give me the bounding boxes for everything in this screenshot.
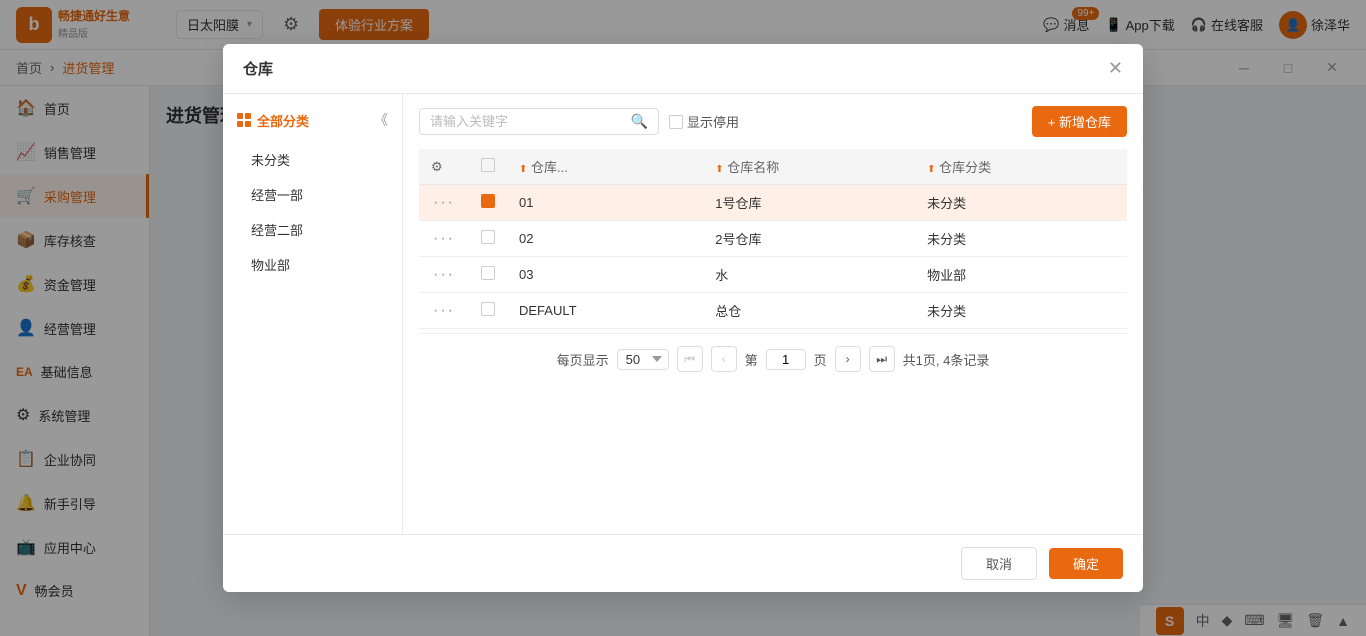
last-page-button[interactable]: ⏭ (869, 346, 895, 372)
sort-icon-code: ⬆ (519, 164, 527, 175)
page-label: 页 (814, 350, 827, 369)
col-name-header[interactable]: ⬆ 仓库名称 (703, 149, 915, 185)
col-code-header[interactable]: ⬆ 仓库... (507, 149, 703, 185)
row-code-cell: 02 (507, 221, 703, 257)
per-page-select[interactable]: 50 20 100 (617, 349, 669, 370)
grid-icon (237, 113, 251, 127)
confirm-button[interactable]: 确定 (1049, 548, 1123, 579)
category-item-property[interactable]: 物业部 (223, 247, 402, 282)
category-panel-header: 全部分类 《 (223, 102, 402, 138)
new-warehouse-button[interactable]: + 新增仓库 (1032, 106, 1127, 137)
row-checkbox[interactable] (481, 230, 495, 244)
row-actions-icon[interactable]: ··· (433, 302, 455, 319)
select-all-checkbox[interactable] (481, 158, 495, 172)
row-check-cell (469, 221, 507, 257)
show-disabled-label: 显示停用 (687, 112, 739, 131)
table-row[interactable]: ··· 01 1号仓库 未分类 (419, 185, 1127, 221)
all-category-label: 全部分类 (257, 111, 309, 130)
show-disabled-checkbox-label[interactable]: 显示停用 (669, 112, 739, 131)
next-page-button[interactable]: › (835, 346, 861, 372)
search-input-wrap: 🔍 (419, 108, 659, 135)
sort-icon-name: ⬆ (715, 164, 723, 175)
row-category-cell: 未分类 (915, 293, 1127, 329)
row-category-cell: 物业部 (915, 257, 1127, 293)
cancel-button[interactable]: 取消 (961, 547, 1037, 580)
dialog-close-button[interactable]: ✕ (1108, 58, 1123, 79)
collapse-panel-button[interactable]: 《 (374, 110, 388, 130)
row-category-cell: 未分类 (915, 185, 1127, 221)
row-name-cell: 2号仓库 (703, 221, 915, 257)
table-row[interactable]: ··· DEFAULT 总仓 未分类 (419, 293, 1127, 329)
row-code-cell: 03 (507, 257, 703, 293)
table-body: ··· 01 1号仓库 未分类 ··· 02 2号仓库 未分类 ··· 03 水… (419, 185, 1127, 329)
search-bar: 🔍 显示停用 + 新增仓库 (419, 106, 1127, 137)
dialog-header: 仓库 ✕ (223, 44, 1143, 94)
pagination: 每页显示 50 20 100 ⏮ ‹ 第 页 › ⏭ 共1页, 4条记录 (419, 333, 1127, 384)
page-summary: 共1页, 4条记录 (903, 350, 990, 369)
dialog-footer: 取消 确定 (223, 534, 1143, 592)
category-item-ops2[interactable]: 经营二部 (223, 212, 402, 247)
page-word: 第 (745, 350, 758, 369)
col-category-header[interactable]: ⬆ 仓库分类 (915, 149, 1127, 185)
row-actions-cell: ··· (419, 293, 469, 329)
row-actions-cell: ··· (419, 257, 469, 293)
dialog-body: 全部分类 《 未分类 经营一部 经营二部 物业部 (223, 94, 1143, 534)
category-panel: 全部分类 《 未分类 经营一部 经营二部 物业部 (223, 94, 403, 534)
warehouse-dialog: 仓库 ✕ 全部分类 《 未分类 (223, 44, 1143, 592)
row-category-cell: 未分类 (915, 221, 1127, 257)
row-checkbox[interactable] (481, 194, 495, 208)
table-row[interactable]: ··· 02 2号仓库 未分类 (419, 221, 1127, 257)
row-actions-icon[interactable]: ··· (433, 266, 455, 283)
row-check-cell (469, 185, 507, 221)
row-name-cell: 水 (703, 257, 915, 293)
row-checkbox[interactable] (481, 266, 495, 280)
col-setting-header[interactable]: ⚙ (419, 149, 469, 185)
show-disabled-checkbox[interactable] (669, 115, 683, 129)
row-code-cell: 01 (507, 185, 703, 221)
col-check-header (469, 149, 507, 185)
search-icon[interactable]: 🔍 (631, 113, 648, 130)
search-input[interactable] (430, 114, 631, 129)
row-actions-cell: ··· (419, 185, 469, 221)
row-actions-cell: ··· (419, 221, 469, 257)
table-header-row: ⚙ ⬆ 仓库... ⬆ 仓库名称 (419, 149, 1127, 185)
dialog-title: 仓库 (243, 58, 273, 79)
row-checkbox[interactable] (481, 302, 495, 316)
warehouse-table: ⚙ ⬆ 仓库... ⬆ 仓库名称 (419, 149, 1127, 329)
row-name-cell: 1号仓库 (703, 185, 915, 221)
first-page-button[interactable]: ⏮ (677, 346, 703, 372)
row-check-cell (469, 257, 507, 293)
table-row[interactable]: ··· 03 水 物业部 (419, 257, 1127, 293)
row-actions-icon[interactable]: ··· (433, 194, 455, 211)
category-item-uncategorized[interactable]: 未分类 (223, 142, 402, 177)
row-name-cell: 总仓 (703, 293, 915, 329)
all-category-btn[interactable]: 全部分类 (237, 111, 309, 130)
row-code-cell: DEFAULT (507, 293, 703, 329)
row-actions-icon[interactable]: ··· (433, 230, 455, 247)
page-number-input[interactable] (766, 349, 806, 370)
row-check-cell (469, 293, 507, 329)
prev-page-button[interactable]: ‹ (711, 346, 737, 372)
category-item-ops1[interactable]: 经营一部 (223, 177, 402, 212)
right-panel: 🔍 显示停用 + 新增仓库 ⚙ (403, 94, 1143, 534)
category-list: 未分类 经营一部 经营二部 物业部 (223, 138, 402, 286)
sort-icon-category: ⬆ (927, 164, 935, 175)
per-page-label: 每页显示 (557, 350, 609, 369)
